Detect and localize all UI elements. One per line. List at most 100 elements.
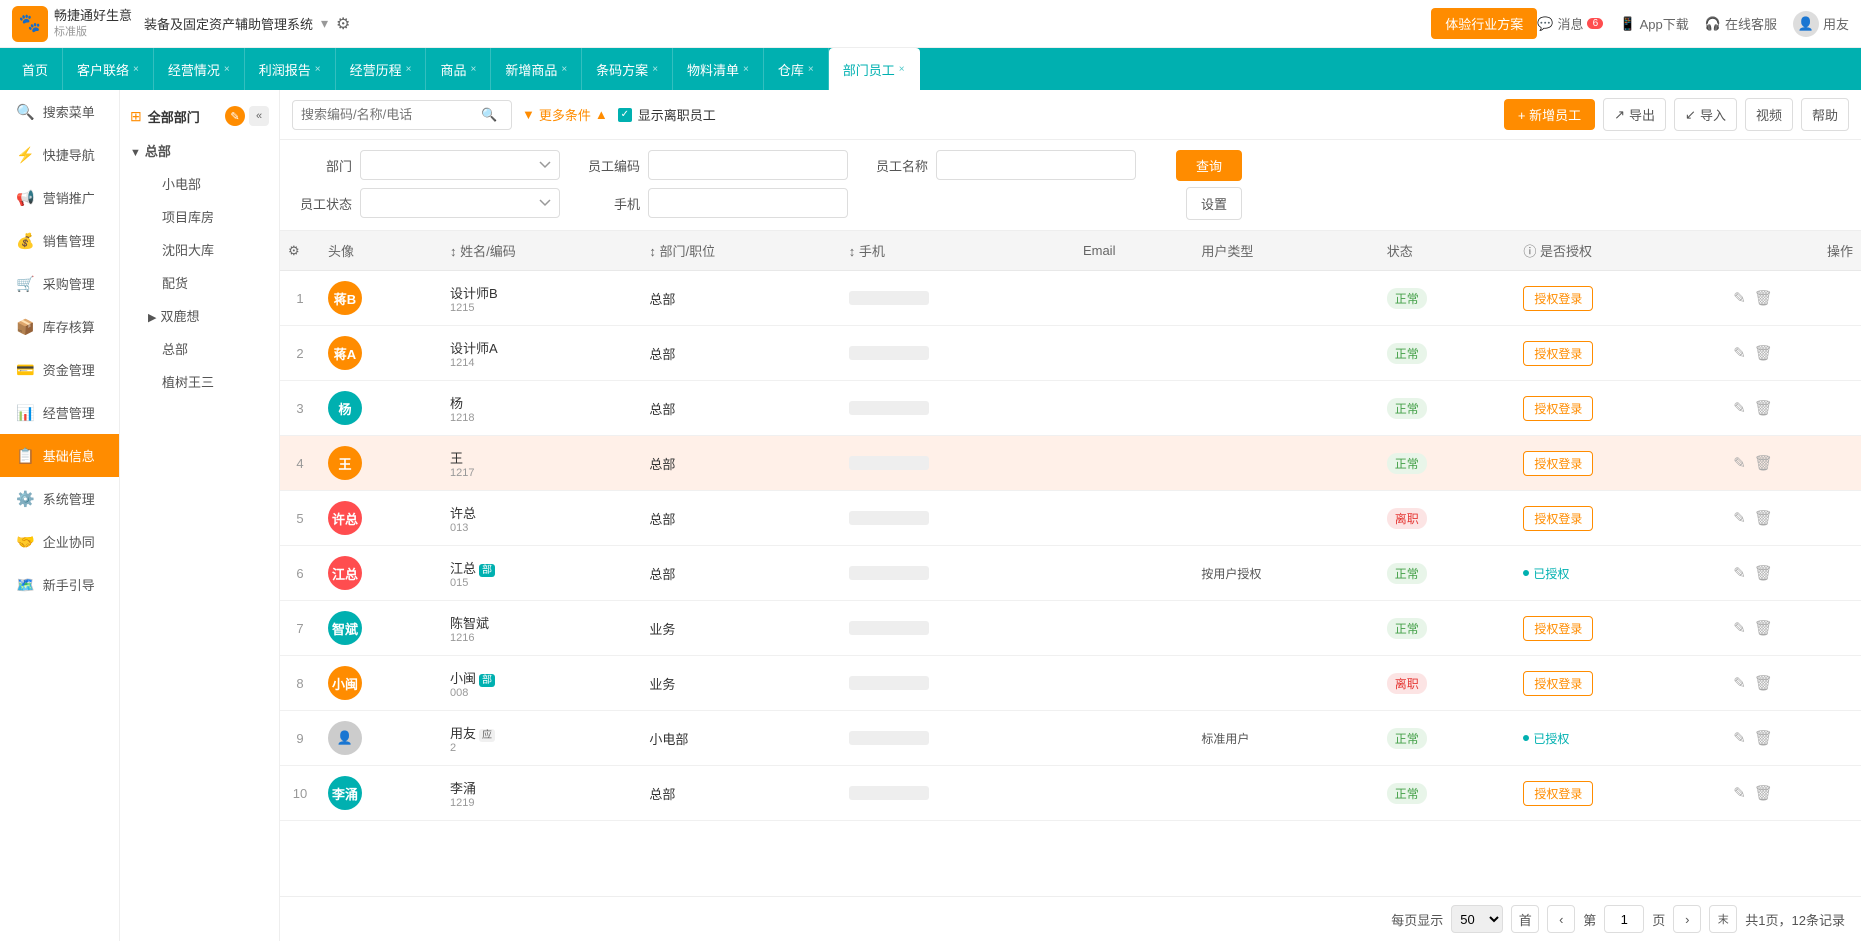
tab-close-商品[interactable]: ×	[470, 64, 476, 75]
dept-tree-item-配货[interactable]: 配货	[120, 266, 279, 299]
delete-button-10[interactable]: 🗑	[1754, 784, 1773, 802]
tab-close-经营情况[interactable]: ×	[224, 64, 230, 75]
nav-tab-新增商品[interactable]: 新增商品×	[491, 48, 582, 90]
left-nav-item-sales[interactable]: 💰销售管理	[0, 219, 119, 262]
edit-button-1[interactable]: ✎	[1733, 289, 1746, 307]
emp-name-input[interactable]	[936, 150, 1136, 180]
page-last-button[interactable]: 末	[1709, 905, 1737, 933]
auth-button-4[interactable]: 授权登录	[1523, 451, 1593, 476]
phone-input[interactable]	[648, 188, 848, 218]
auth-button-2[interactable]: 授权登录	[1523, 341, 1593, 366]
search-button[interactable]: 查询	[1176, 150, 1242, 181]
page-size-select[interactable]: 50 100	[1451, 905, 1503, 933]
delete-button-7[interactable]: 🗑	[1754, 619, 1773, 637]
col-phone[interactable]: ↕ 手机	[841, 231, 1075, 271]
left-nav-item-operation[interactable]: 📊经营管理	[0, 391, 119, 434]
add-employee-button[interactable]: + 新增员工	[1504, 99, 1595, 130]
show-resigned-checkbox[interactable]: ✓	[618, 108, 632, 122]
settings-icon[interactable]: ⚙	[336, 14, 350, 34]
auth-button-8[interactable]: 授权登录	[1523, 671, 1593, 696]
export-button[interactable]: ↗ 导出	[1603, 98, 1666, 131]
auth-button-1[interactable]: 授权登录	[1523, 286, 1593, 311]
settings-button[interactable]: 设置	[1186, 187, 1242, 220]
dept-tree-item-项目库房[interactable]: 项目库房	[120, 200, 279, 233]
col-settings[interactable]: ⚙	[280, 231, 320, 271]
delete-button-5[interactable]: 🗑	[1754, 509, 1773, 527]
left-nav-item-basic[interactable]: 📋基础信息	[0, 434, 119, 477]
left-nav-item-marketing[interactable]: 📢营销推广	[0, 176, 119, 219]
col-dept[interactable]: ↕ 部门/职位	[641, 231, 840, 271]
left-nav-item-finance[interactable]: 💳资金管理	[0, 348, 119, 391]
tab-close-部门员工[interactable]: ×	[899, 64, 905, 75]
auth-button-7[interactable]: 授权登录	[1523, 616, 1593, 641]
col-name[interactable]: ↕ 姓名/编码	[442, 231, 641, 271]
status-filter-select[interactable]	[360, 188, 560, 218]
search-input[interactable]	[301, 107, 481, 122]
search-input-wrap[interactable]: 🔍	[292, 100, 512, 130]
app-download-button[interactable]: 📱 App下载	[1619, 14, 1688, 33]
show-resigned-toggle[interactable]: ✓ 显示离职员工	[618, 105, 716, 124]
edit-button-7[interactable]: ✎	[1733, 619, 1746, 637]
left-nav-item-search[interactable]: 🔍搜索菜单	[0, 90, 119, 133]
edit-button-4[interactable]: ✎	[1733, 454, 1746, 472]
tab-close-新增商品[interactable]: ×	[561, 64, 567, 75]
nav-tab-商品[interactable]: 商品×	[426, 48, 491, 90]
nav-tab-经营情况[interactable]: 经营情况×	[154, 48, 245, 90]
tab-close-物料清单[interactable]: ×	[743, 64, 749, 75]
emp-code-input[interactable]	[648, 150, 848, 180]
auth-button-3[interactable]: 授权登录	[1523, 396, 1593, 421]
delete-button-9[interactable]: 🗑	[1754, 729, 1773, 747]
tab-close-客户联络[interactable]: ×	[133, 64, 139, 75]
left-nav-item-system[interactable]: ⚙️系统管理	[0, 477, 119, 520]
edit-button-10[interactable]: ✎	[1733, 784, 1746, 802]
nav-tab-利润报告[interactable]: 利润报告×	[245, 48, 336, 90]
page-first-button[interactable]: 首	[1511, 905, 1539, 933]
help-button[interactable]: 帮助	[1801, 98, 1849, 131]
dept-tree-item-总部[interactable]: ▼总部	[120, 134, 279, 167]
left-nav-item-collab[interactable]: 🤝企业协同	[0, 520, 119, 563]
edit-button-2[interactable]: ✎	[1733, 344, 1746, 362]
delete-button-4[interactable]: 🗑	[1754, 454, 1773, 472]
dept-tree-item-沈阳大库[interactable]: 沈阳大库	[120, 233, 279, 266]
left-nav-item-inventory[interactable]: 📦库存核算	[0, 305, 119, 348]
delete-button-3[interactable]: 🗑	[1754, 399, 1773, 417]
delete-button-8[interactable]: 🗑	[1754, 674, 1773, 692]
nav-tab-物料清单[interactable]: 物料清单×	[673, 48, 764, 90]
nav-tab-部门员工[interactable]: 部门员工×	[829, 48, 920, 90]
delete-button-6[interactable]: 🗑	[1754, 564, 1773, 582]
message-button[interactable]: 💬 消息 6	[1537, 14, 1603, 33]
dept-tree-item-小电部[interactable]: 小电部	[120, 167, 279, 200]
import-button[interactable]: ↙ 导入	[1674, 98, 1737, 131]
tab-close-仓库[interactable]: ×	[808, 64, 814, 75]
nav-tab-首页[interactable]: 首页	[8, 48, 63, 90]
nav-tab-经营历程[interactable]: 经营历程×	[336, 48, 427, 90]
online-service-button[interactable]: 🎧 在线客服	[1705, 14, 1777, 33]
nav-tab-客户联络[interactable]: 客户联络×	[63, 48, 154, 90]
delete-button-1[interactable]: 🗑	[1754, 289, 1773, 307]
edit-button-8[interactable]: ✎	[1733, 674, 1746, 692]
auth-button-5[interactable]: 授权登录	[1523, 506, 1593, 531]
tab-close-利润报告[interactable]: ×	[315, 64, 321, 75]
edit-button-3[interactable]: ✎	[1733, 399, 1746, 417]
page-prev-button[interactable]: ‹	[1547, 905, 1575, 933]
dept-tree-item-植树王三[interactable]: 植树王三	[120, 365, 279, 398]
edit-button-9[interactable]: ✎	[1733, 729, 1746, 747]
left-nav-item-purchase[interactable]: 🛒采购管理	[0, 262, 119, 305]
left-nav-item-shortcut[interactable]: ⚡快捷导航	[0, 133, 119, 176]
nav-tab-条码方案[interactable]: 条码方案×	[582, 48, 673, 90]
nav-tab-仓库[interactable]: 仓库×	[764, 48, 829, 90]
dept-collapse-button[interactable]: «	[249, 106, 269, 126]
dept-edit-button[interactable]: ✎	[225, 106, 245, 126]
dept-filter-select[interactable]	[360, 150, 560, 180]
filter-more-button[interactable]: ▼ 更多条件 ▲	[522, 105, 608, 124]
view-button[interactable]: 视频	[1745, 98, 1793, 131]
user-menu[interactable]: 👤 用友	[1793, 11, 1849, 37]
tab-close-条码方案[interactable]: ×	[652, 64, 658, 75]
page-next-button[interactable]: ›	[1673, 905, 1701, 933]
trial-button[interactable]: 体验行业方案	[1431, 8, 1537, 39]
page-number-input[interactable]	[1604, 905, 1644, 933]
edit-button-5[interactable]: ✎	[1733, 509, 1746, 527]
dept-tree-item-总部[interactable]: 总部	[120, 332, 279, 365]
dept-tree-item-双鹿想[interactable]: ▶双鹿想	[120, 299, 279, 332]
left-nav-item-guide[interactable]: 🗺️新手引导	[0, 563, 119, 606]
